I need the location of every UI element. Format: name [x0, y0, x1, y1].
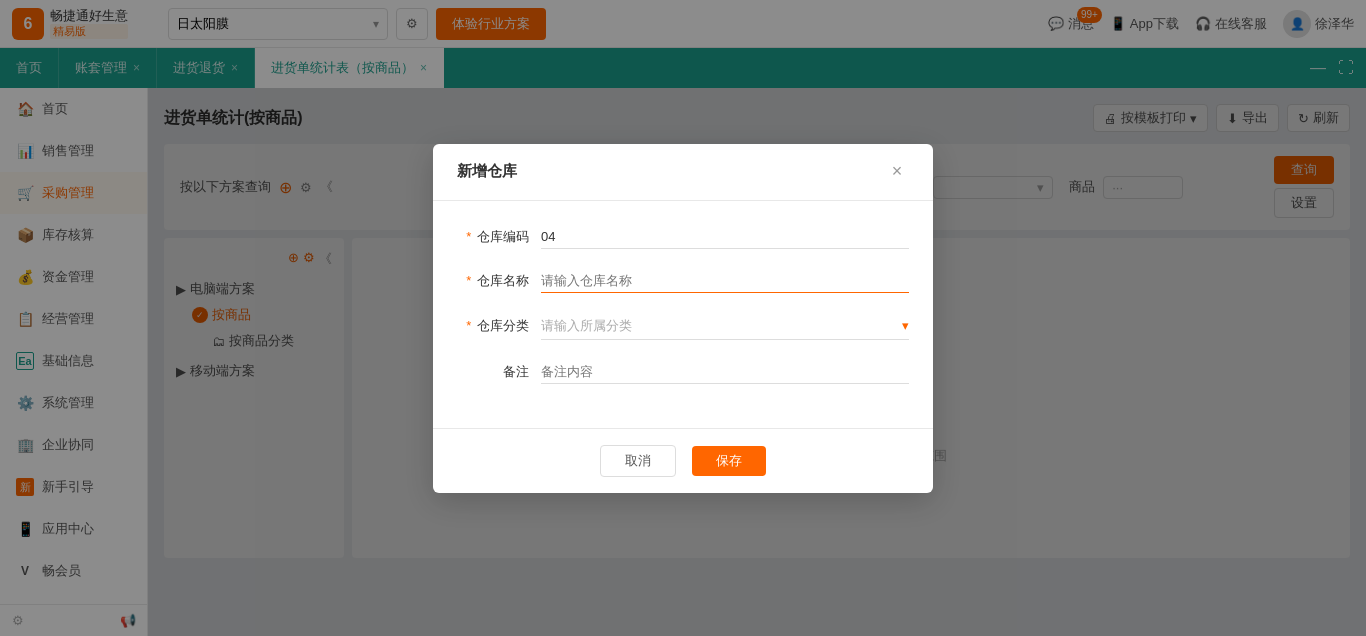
note-input[interactable] [541, 360, 909, 384]
category-dropdown-icon: ▾ [902, 318, 909, 333]
category-label: * 仓库分类 [457, 317, 529, 335]
category-required-mark: * [466, 318, 471, 333]
modal-close-button[interactable]: × [885, 160, 909, 184]
name-input[interactable] [541, 269, 909, 293]
note-label: 备注 [457, 363, 529, 381]
save-button[interactable]: 保存 [692, 446, 766, 476]
note-field-row: 备注 [457, 360, 909, 384]
cancel-button[interactable]: 取消 [600, 445, 676, 477]
code-required-mark: * [466, 229, 471, 244]
name-required-mark: * [466, 273, 471, 288]
category-placeholder: 请输入所属分类 [541, 317, 632, 335]
code-label: * 仓库编码 [457, 228, 529, 246]
new-warehouse-modal: 新增仓库 × * 仓库编码 * 仓库名称 [433, 144, 933, 493]
name-label: * 仓库名称 [457, 272, 529, 290]
modal-header: 新增仓库 × [433, 144, 933, 201]
name-field-row: * 仓库名称 [457, 269, 909, 293]
category-select[interactable]: 请输入所属分类 ▾ [541, 313, 909, 340]
category-field-row: * 仓库分类 请输入所属分类 ▾ [457, 313, 909, 340]
modal-footer: 取消 保存 [433, 428, 933, 493]
modal-overlay: 新增仓库 × * 仓库编码 * 仓库名称 [0, 0, 1366, 636]
code-input[interactable] [541, 225, 909, 249]
code-field-row: * 仓库编码 [457, 225, 909, 249]
modal-title: 新增仓库 [457, 162, 517, 181]
modal-body: * 仓库编码 * 仓库名称 * 仓库分类 请输入所属 [433, 201, 933, 428]
